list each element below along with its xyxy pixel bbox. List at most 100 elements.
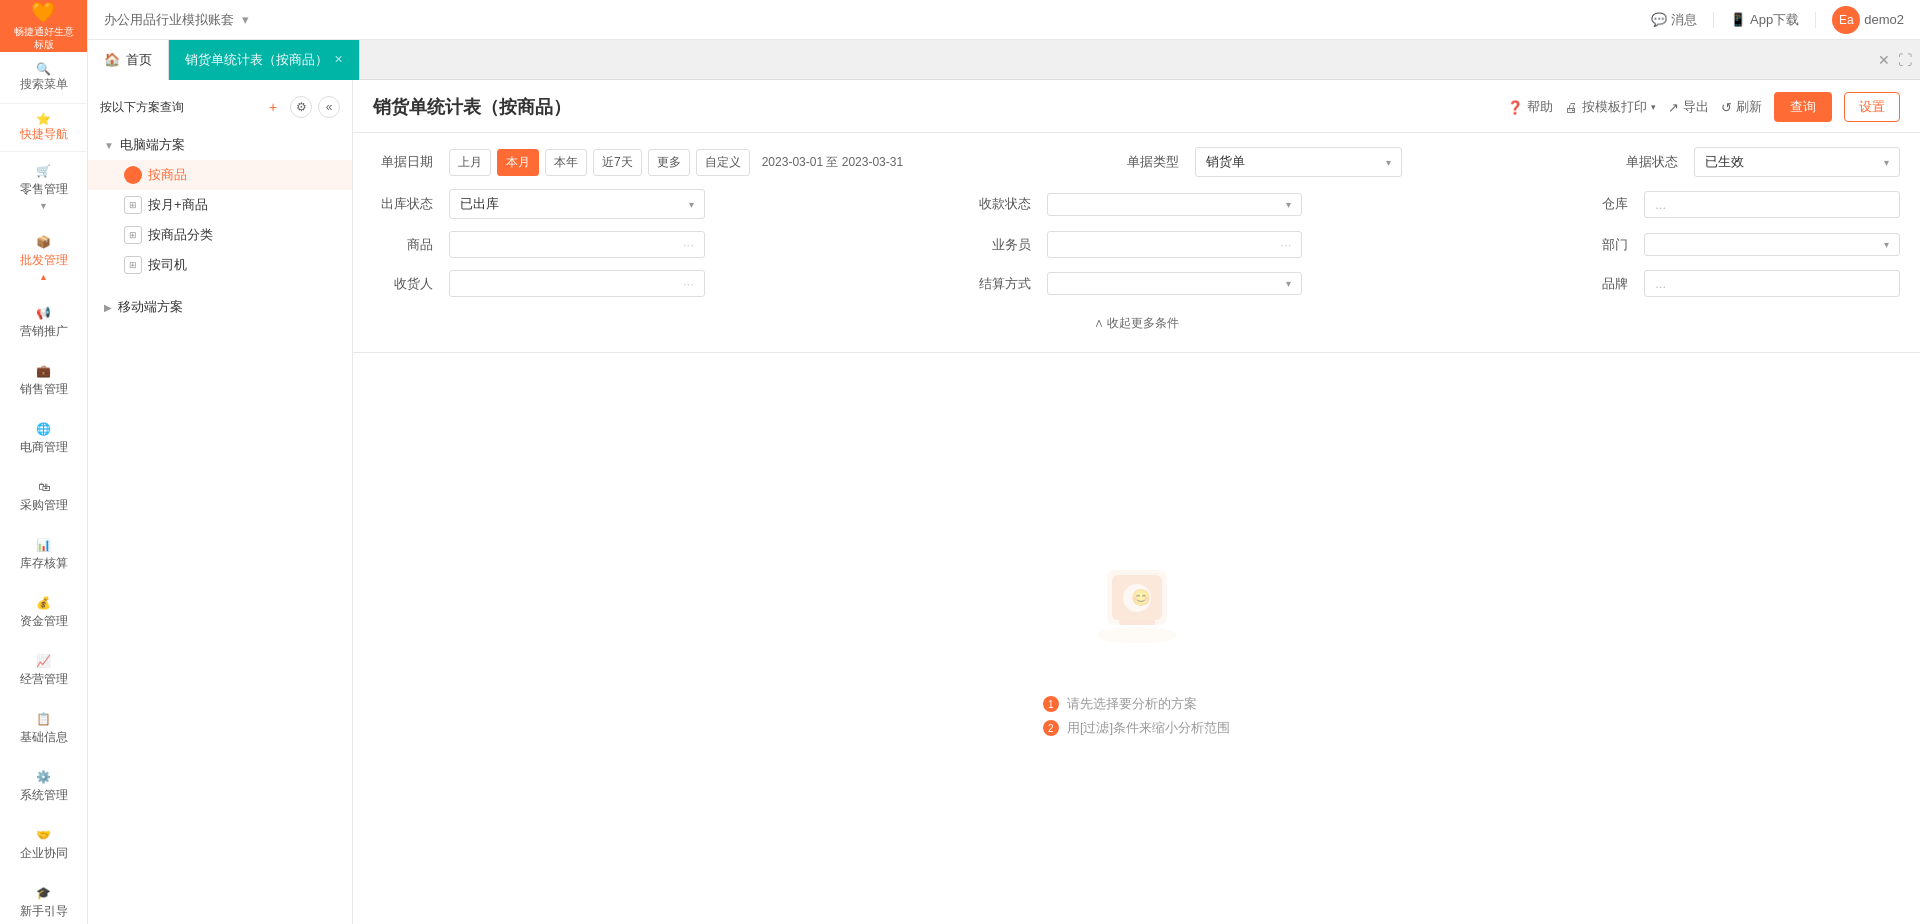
- sidebar-item-wholesale[interactable]: 📦 批发管理 ▲: [0, 223, 87, 294]
- page-header: 销货单统计表（按商品） ❓ 帮助 🖨 按模板打印 ▾ ↗ 导出: [353, 80, 1920, 133]
- sidebar-item-guide[interactable]: 🎓 新手引导: [0, 874, 87, 924]
- out-status-select[interactable]: 已出库 ▾: [449, 189, 705, 219]
- message-icon: 💬: [1651, 12, 1667, 27]
- svg-rect-5: [1119, 620, 1155, 625]
- date-btn-last-month[interactable]: 上月: [449, 149, 491, 176]
- date-btn-7days[interactable]: 近7天: [593, 149, 642, 176]
- tree-child-by-month-product[interactable]: ⊞ 按月+商品: [88, 190, 352, 220]
- product-select[interactable]: ···: [449, 231, 705, 258]
- home-icon: 🏠: [104, 52, 120, 67]
- date-btn-custom[interactable]: 自定义: [696, 149, 750, 176]
- avatar: Ea: [1832, 6, 1860, 34]
- date-btn-this-month[interactable]: 本月: [497, 149, 539, 176]
- filter-row-1: 单据日期 上月 本月 本年 近7天 更多 自定义 2023-03-01 至 20…: [373, 147, 1900, 177]
- by-category-icon: ⊞: [124, 226, 142, 244]
- out-status-chevron-icon: ▾: [689, 199, 694, 210]
- tree-child-by-category[interactable]: ⊞ 按商品分类: [88, 220, 352, 250]
- date-btn-more[interactable]: 更多: [648, 149, 690, 176]
- refresh-button[interactable]: ↺ 刷新: [1721, 98, 1762, 116]
- system-icon: ⚙️: [36, 770, 51, 784]
- tab-sales-report[interactable]: 销货单统计表（按商品） ✕: [169, 40, 360, 80]
- hint-num-2: 2: [1043, 720, 1059, 736]
- topbar: 办公用品行业模拟账套 ▾ 💬 消息 📱 App下载 Ea demo2: [88, 0, 1920, 40]
- quick-nav[interactable]: ⭐ 快捷导航: [0, 104, 87, 152]
- date-btn-this-year[interactable]: 本年: [545, 149, 587, 176]
- app-name: 畅捷通好生意: [14, 26, 74, 38]
- warehouse-select[interactable]: ...: [1644, 191, 1900, 218]
- salesperson-dots[interactable]: ···: [1281, 237, 1292, 252]
- recipient-select[interactable]: ···: [449, 270, 705, 297]
- payment-chevron-icon: ▾: [1286, 278, 1291, 289]
- sidebar-item-system[interactable]: ⚙️ 系统管理: [0, 758, 87, 816]
- print-button[interactable]: 🖨 按模板打印 ▾: [1565, 98, 1656, 116]
- mobile-section: ▶ 移动端方案: [88, 286, 352, 328]
- collapse-panel-button[interactable]: «: [318, 96, 340, 118]
- divider2: [1815, 12, 1816, 28]
- sidebar-item-retail[interactable]: 🛒 零售管理 ▼: [0, 152, 87, 223]
- date-range-display: 2023-03-01 至 2023-03-31: [762, 154, 903, 171]
- search-menu[interactable]: 🔍 搜索菜单: [0, 52, 87, 104]
- workspace-dropdown-icon: ▾: [242, 12, 249, 27]
- settings-scheme-button[interactable]: ⚙: [290, 96, 312, 118]
- empty-state: 😊 1 请先选择要分析的方案 2 用[过滤]条件来缩小分析范围: [353, 353, 1920, 924]
- tree-parent-desktop[interactable]: ▼ 电脑端方案: [88, 130, 352, 160]
- collect-status-select[interactable]: ▾: [1047, 193, 1303, 216]
- page-actions: ❓ 帮助 🖨 按模板打印 ▾ ↗ 导出 ↺ 刷新: [1507, 92, 1900, 122]
- message-button[interactable]: 💬 消息: [1651, 11, 1697, 29]
- export-icon: ↗: [1668, 100, 1679, 115]
- add-scheme-button[interactable]: +: [262, 96, 284, 118]
- tree-child-by-product[interactable]: 按商品: [88, 160, 352, 190]
- dept-label: 部门: [1568, 236, 1628, 254]
- left-panel-header: 按以下方案查询 + ⚙ «: [88, 90, 352, 124]
- settings-button[interactable]: 设置: [1844, 92, 1900, 122]
- date-buttons-group: 上月 本月 本年 近7天 更多 自定义 2023-03-01 至 2023-03…: [449, 149, 903, 176]
- recipient-dots[interactable]: ···: [683, 276, 694, 291]
- right-panel: 销货单统计表（按商品） ❓ 帮助 🖨 按模板打印 ▾ ↗ 导出: [353, 80, 1920, 924]
- operations-icon: 📈: [36, 654, 51, 668]
- by-product-icon: [124, 166, 142, 184]
- export-button[interactable]: ↗ 导出: [1668, 98, 1709, 116]
- help-button[interactable]: ❓ 帮助: [1507, 98, 1553, 116]
- doc-type-select[interactable]: 销货单 ▾: [1195, 147, 1401, 177]
- app-download-button[interactable]: 📱 App下载: [1730, 11, 1799, 29]
- tab-close-icon[interactable]: ✕: [334, 53, 343, 66]
- brand-select[interactable]: ...: [1644, 270, 1900, 297]
- sidebar-item-ecommerce[interactable]: 🌐 电商管理: [0, 410, 87, 468]
- app-subtitle: 标版: [34, 38, 54, 52]
- app-logo[interactable]: 🧡 畅捷通好生意 标版: [0, 0, 87, 52]
- doc-type-label: 单据类型: [1119, 153, 1179, 171]
- tab-home[interactable]: 🏠 首页: [88, 40, 169, 80]
- doc-status-select[interactable]: 已生效 ▾: [1694, 147, 1900, 177]
- doc-status-value: 已生效: [1705, 153, 1744, 171]
- workspace-selector[interactable]: 办公用品行业模拟账套 ▾: [104, 11, 249, 29]
- tree-parent-label: 电脑端方案: [120, 136, 185, 154]
- sidebar-item-sales[interactable]: 💼 销售管理: [0, 352, 87, 410]
- help-icon: ❓: [1507, 100, 1523, 115]
- window-close-icon[interactable]: ✕: [1878, 52, 1890, 68]
- sidebar-item-inventory[interactable]: 📊 库存核算: [0, 526, 87, 584]
- logo-icon: 🧡: [31, 0, 56, 24]
- tree-parent-mobile-label: 移动端方案: [118, 298, 183, 316]
- sidebar-item-operations[interactable]: 📈 经营管理: [0, 642, 87, 700]
- tree-child-by-cashier[interactable]: ⊞ 按司机: [88, 250, 352, 280]
- sidebar-item-basic[interactable]: 📋 基础信息: [0, 700, 87, 758]
- sidebar-item-enterprise[interactable]: 🤝 企业协同: [0, 816, 87, 874]
- tree-parent-mobile[interactable]: ▶ 移动端方案: [88, 292, 352, 322]
- enterprise-icon: 🤝: [36, 828, 51, 842]
- sidebar-item-finance[interactable]: 💰 资金管理: [0, 584, 87, 642]
- product-dots[interactable]: ···: [683, 237, 694, 252]
- sidebar-item-procurement[interactable]: 🛍 采购管理: [0, 468, 87, 526]
- user-menu[interactable]: Ea demo2: [1832, 6, 1904, 34]
- collapse-bar[interactable]: ∧ 收起更多条件: [373, 309, 1900, 338]
- payment-label: 结算方式: [971, 275, 1031, 293]
- collect-status-chevron-icon: ▾: [1286, 199, 1291, 210]
- out-status-value: 已出库: [460, 195, 499, 213]
- query-button[interactable]: 查询: [1774, 92, 1832, 122]
- date-label: 单据日期: [373, 153, 433, 171]
- sidebar-item-marketing[interactable]: 📢 营销推广: [0, 294, 87, 352]
- salesperson-select[interactable]: ···: [1047, 231, 1303, 258]
- window-expand-icon[interactable]: ⛶: [1898, 52, 1912, 68]
- payment-select[interactable]: ▾: [1047, 272, 1303, 295]
- dept-select[interactable]: ▾: [1644, 233, 1900, 256]
- refresh-icon: ↺: [1721, 100, 1732, 115]
